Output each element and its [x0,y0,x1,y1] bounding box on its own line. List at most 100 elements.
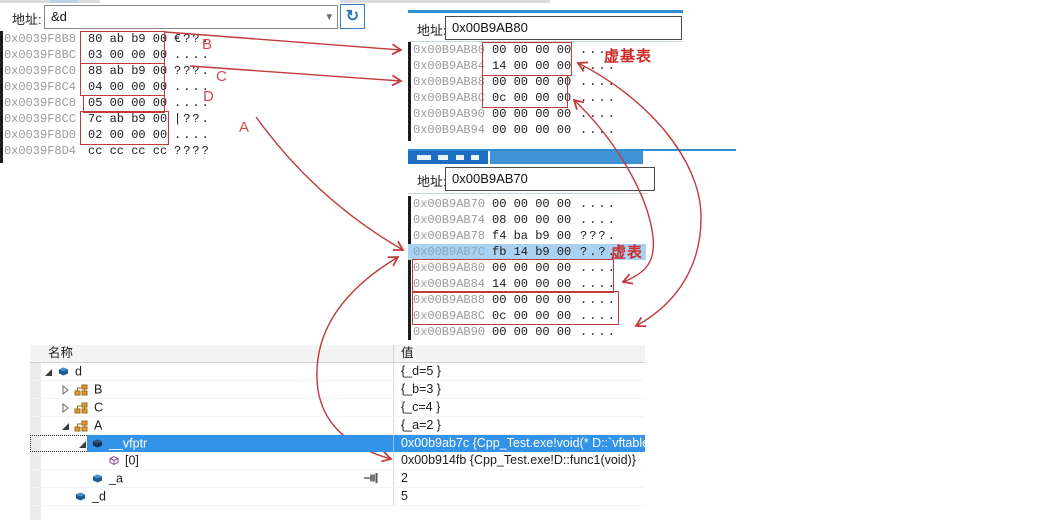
watch-value: 5 [393,488,645,505]
memory-row[interactable]: 0x0039F8C088 ab b9 00???. [0,63,372,79]
memory-address: 0x00B9AB84 [413,276,485,292]
class-icon [74,402,89,414]
memory-row[interactable]: 0x00B9AB8414 00 00 00.... [408,58,683,74]
memory-row[interactable]: 0x00B9AB78f4 ba b9 00???. [408,228,646,244]
memory-bytes: 14 00 00 00 [492,58,571,74]
watch-row[interactable]: A{_a=2 } [30,417,645,435]
watch-row[interactable]: C{_c=4 } [30,399,645,417]
address-combobox[interactable]: &d ▾ [44,5,338,29]
memory-ascii: ???? [174,143,211,159]
memory-row[interactable]: 0x00B9AB8C0c 00 00 00.... [408,308,646,324]
memory-address: 0x00B9AB70 [413,196,485,212]
memory-row[interactable]: 0x0039F8B880 ab b9 00€??. [0,31,372,47]
address-combobox-value: &d [51,9,67,24]
memory-row[interactable]: 0x00B9AB8000 00 00 00.... [408,260,646,276]
memory-ascii: .... [174,79,211,95]
memory-ascii: .... [580,196,617,212]
memory-row[interactable]: 0x0039F8C404 00 00 00.... [0,79,372,95]
memory-bytes: 00 00 00 00 [492,106,571,122]
watch-row[interactable]: [0] 0x00b914fb {Cpp_Test.exe!D::func1(voi… [30,452,645,470]
memory-row[interactable]: 0x0039F8BC03 00 00 00.... [0,47,372,63]
window-chrome-fragment [340,0,550,3]
watch-row[interactable]: __vfptr0x00b9ab7c {Cpp_Test.exe!void(* D… [30,435,645,452]
memory-row[interactable]: 0x0039F8CC7c ab b9 00|??. [0,111,372,127]
memory-bytes: 14 00 00 00 [492,276,571,292]
window-chrome-fragment [50,0,78,3]
watch-name: A [94,419,102,433]
memory-bytes: 00 00 00 00 [492,260,571,276]
expander-collapsed-icon[interactable] [61,385,74,395]
memory-rows-panel: 0x00B9AB8000 00 00 00....0x00B9AB8414 00… [408,42,683,138]
memory-row[interactable]: 0x00B9AB8000 00 00 00.... [408,42,683,58]
memory-row[interactable]: 0x00B9AB8414 00 00 00.... [408,276,646,292]
memory-tab-secondary[interactable] [490,151,643,164]
refresh-button[interactable]: ↻ [340,4,365,29]
watch-row[interactable]: B{_b=3 } [30,381,645,399]
memory-bytes: 80 ab b9 00 [88,31,167,47]
memory-bytes: 88 ab b9 00 [88,63,167,79]
memory-row[interactable]: 0x00B9AB7000 00 00 00.... [408,196,646,212]
memory-bytes: fb 14 b9 00 [492,244,571,260]
memory-bytes: 00 00 00 00 [492,74,571,90]
memory-address: 0x00B9AB90 [413,324,485,340]
memory-ascii: .... [580,308,617,324]
watch-name: __vfptr [109,437,147,451]
watch-name-cell: d [30,363,407,380]
watch-row[interactable]: d{_d=5 } [30,363,645,381]
watch-row[interactable]: _a2 [30,470,645,488]
memory-address: 0x0039F8C0 [4,63,76,79]
memory-row[interactable]: 0x0039F8C805 00 00 00.... [0,95,372,111]
address-input[interactable]: 0x00B9AB70 [445,167,655,191]
dropdown-arrow-icon[interactable]: ▾ [326,6,332,28]
expander-expanded-icon[interactable] [61,421,74,431]
memory-ascii: .... [580,58,617,74]
memory-row[interactable]: 0x00B9AB9000 00 00 00.... [408,324,646,340]
memory-row[interactable]: 0x00B9AB9000 00 00 00.... [408,106,683,122]
field-icon [57,366,70,377]
pin-icon[interactable] [364,473,380,483]
expander-expanded-icon[interactable] [44,367,57,377]
watch-value: 0x00b914fb {Cpp_Test.exe!D::func1(void)} [393,452,645,469]
watch-name-cell: __vfptr [30,435,441,452]
memory-row[interactable]: 0x00B9AB9400 00 00 00.... [408,122,683,138]
memory-ascii: .... [580,324,617,340]
memory-address: 0x0039F8C4 [4,79,76,95]
memory-bytes: 0c 00 00 00 [492,90,571,106]
memory-row[interactable]: 0x00B9AB88 00 00 00 00.... [408,74,683,90]
memory-row[interactable]: 0x0039F8D4cc cc cc cc???? [0,143,372,159]
memory-row[interactable]: 0x00B9AB8C 0c 00 00 00.... [408,90,683,106]
expander-expanded-icon[interactable] [78,439,91,449]
memory-bytes: 0c 00 00 00 [492,308,571,324]
watch-window: 名称 值 d{_d=5 }B{_b=3 }C{_c=4 }A{_a=2 }__v… [30,345,645,520]
watch-name: C [94,401,103,415]
memory-bytes: 05 00 00 00 [88,95,167,111]
memory-bytes: f4 ba b9 00 [492,228,571,244]
memory-rows-panel: 0x0039F8B880 ab b9 00€??.0x0039F8BC03 00… [0,31,372,159]
memory-row[interactable]: 0x0039F8D002 00 00 00.... [0,127,372,143]
watch-name: [0] [125,454,139,468]
memory-row[interactable]: 0x00B9AB7408 00 00 00.... [408,212,646,228]
memory-address: 0x00B9AB94 [413,122,485,138]
watch-value: 2 [393,470,645,487]
memory-address: 0x00B9AB88 [413,74,485,90]
memory-bytes: 03 00 00 00 [88,47,167,63]
watch-row[interactable]: _d5 [30,488,645,506]
memory-address: 0x00B9AB8C [413,90,485,106]
watch-value: {_b=3 } [393,381,645,398]
memory-ascii: .... [580,90,617,106]
field-icon [74,491,87,502]
address-label: 地址: [417,171,447,190]
memory-row[interactable]: 0x00B9AB8800 00 00 00.... [408,292,646,308]
memory-row[interactable]: 0x00B9AB7Cfb 14 b9 00?.?. [408,244,646,260]
memory-bytes: cc cc cc cc [88,143,167,159]
memory-address: 0x0039F8CC [4,111,76,127]
memory-ascii: .... [174,47,211,63]
memory-ascii: .... [580,74,617,90]
expander-collapsed-icon[interactable] [61,403,74,413]
memory-bytes: 7c ab b9 00 [88,111,167,127]
watch-name-cell: C [30,399,424,416]
tab-glyph-fragment [438,155,448,160]
watch-name: d [75,365,82,379]
address-input[interactable]: 0x00B9AB80 [445,16,682,40]
memory-address: 0x00B9AB80 [413,42,485,58]
